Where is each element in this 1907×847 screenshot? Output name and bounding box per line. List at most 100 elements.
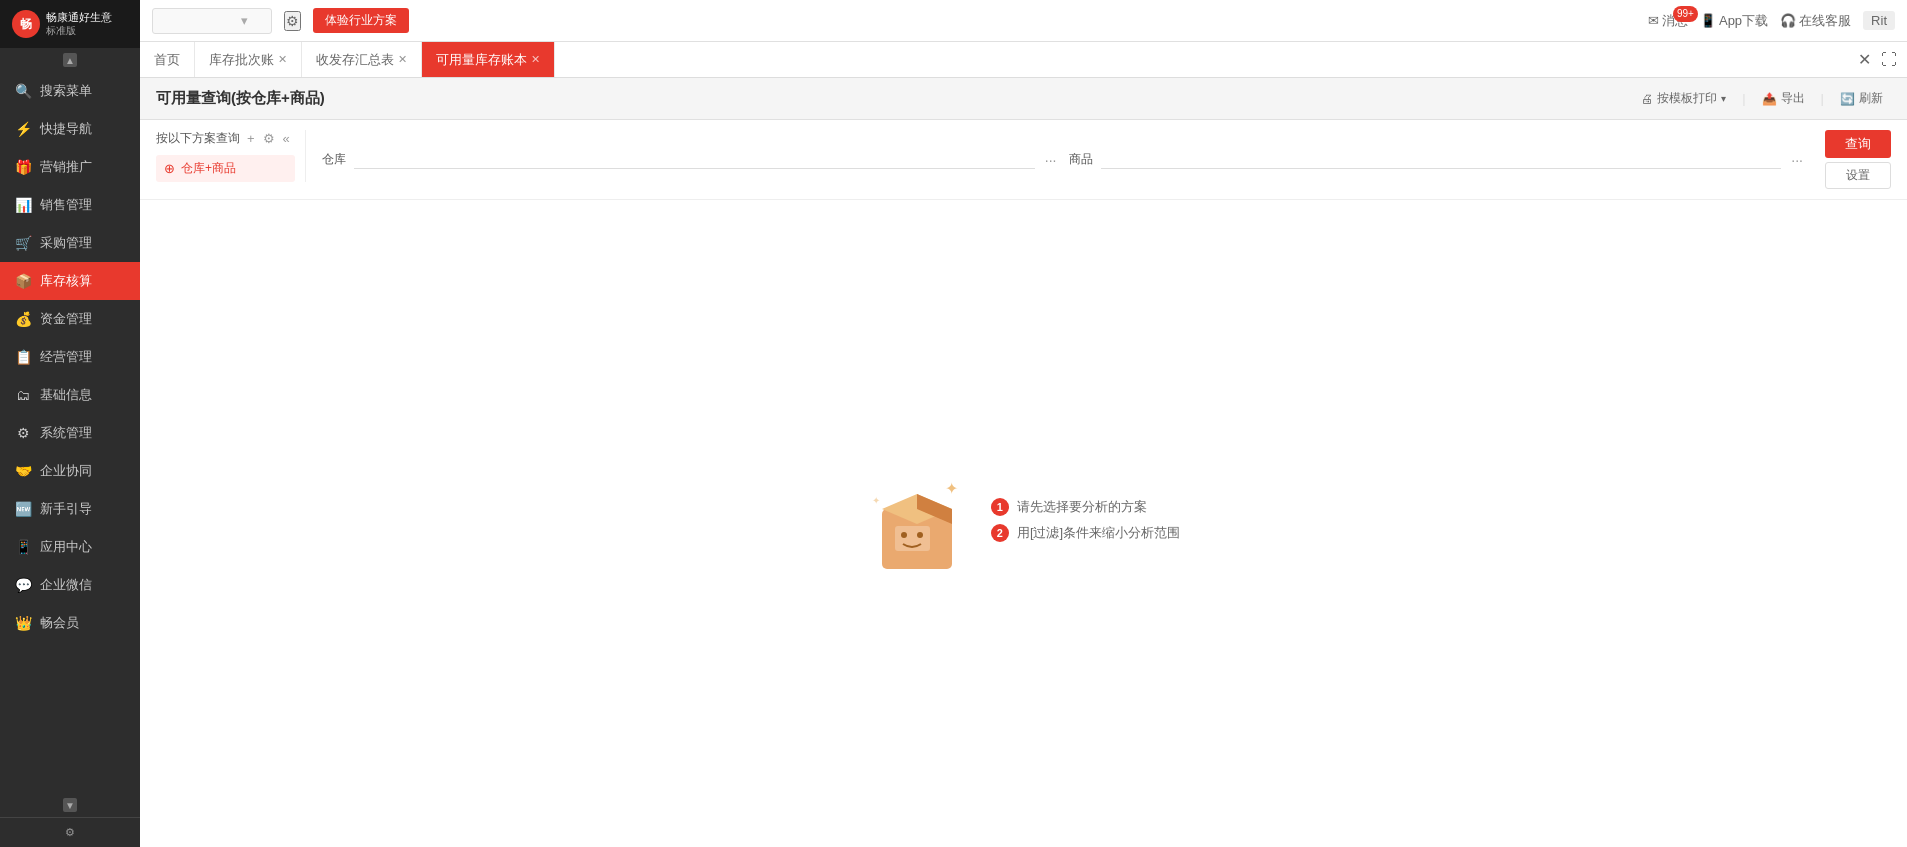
tabbar: 首页 库存批次账 ✕ 收发存汇总表 ✕ 可用量库存账本 ✕ ✕ ⛶ — [140, 42, 1907, 78]
guide-icon: 🆕 — [14, 501, 32, 517]
search-icon: 🔍 — [14, 83, 32, 99]
sidebar-item-system[interactable]: ⚙ 系统管理 — [0, 414, 140, 452]
filter-row-1: 仓库 ··· 商品 ··· 查询 设置 — [322, 130, 1891, 189]
messages-badge: 99+ — [1673, 6, 1698, 22]
topbar-gear-button[interactable]: ⚙ — [284, 11, 301, 31]
industry-solution-button[interactable]: 体验行业方案 — [313, 8, 409, 33]
scheme-item-icon: ⊕ — [164, 161, 175, 176]
marketing-icon: 🎁 — [14, 159, 32, 175]
sales-icon: 📊 — [14, 197, 32, 213]
sidebar-item-sales[interactable]: 📊 销售管理 — [0, 186, 140, 224]
export-button[interactable]: 📤 导出 — [1754, 86, 1813, 111]
brand-tag: 标准版 — [46, 24, 112, 38]
filter-settings-scheme-button[interactable]: ⚙ — [262, 130, 276, 147]
sidebar-item-inventory[interactable]: 📦 库存核算 — [0, 262, 140, 300]
sidebar-item-label: 采购管理 — [40, 234, 92, 252]
tab-batch-ledger-close[interactable]: ✕ — [278, 53, 287, 66]
sidebar-item-basic[interactable]: 🗂 基础信息 — [0, 376, 140, 414]
tab-close-button[interactable]: ✕ — [1856, 48, 1873, 71]
print-by-template-button[interactable]: 🖨 按模板打印 ▾ — [1633, 86, 1734, 111]
tab-home[interactable]: 首页 — [140, 42, 195, 77]
sidebar-item-member[interactable]: 👑 畅会员 — [0, 604, 140, 642]
sidebar-scroll-up[interactable]: ▲ — [63, 53, 77, 67]
sidebar-item-label: 销售管理 — [40, 196, 92, 214]
sidebar-item-label: 经营管理 — [40, 348, 92, 366]
purchase-icon: 🛒 — [14, 235, 32, 251]
empty-illustration: ✦ ✦ — [867, 474, 967, 574]
filter-add-scheme-button[interactable]: + — [246, 130, 256, 147]
sidebar-item-label: 企业协同 — [40, 462, 92, 480]
empty-tip-1: 1 请先选择要分析的方案 — [991, 498, 1180, 516]
headset-icon: 🎧 — [1780, 13, 1796, 28]
tabbar-actions: ✕ ⛶ — [1848, 48, 1907, 71]
sidebar-item-label: 库存核算 — [40, 272, 92, 290]
app-download-button[interactable]: 📱 App下载 — [1700, 12, 1768, 30]
sidebar-item-purchase[interactable]: 🛒 采购管理 — [0, 224, 140, 262]
warehouse-filter-field: 仓库 ··· — [322, 150, 1059, 170]
settings-button[interactable]: 设置 — [1825, 162, 1891, 189]
sidebar-item-label: 企业微信 — [40, 576, 92, 594]
filter-scheme-panel: 按以下方案查询 + ⚙ « ⊕ 仓库+商品 — [156, 130, 306, 182]
sidebar-item-label: 资金管理 — [40, 310, 92, 328]
sidebar-item-guide[interactable]: 🆕 新手引导 — [0, 490, 140, 528]
filter-scheme-label: 按以下方案查询 — [156, 130, 240, 147]
filter-collapse-button[interactable]: « — [282, 130, 291, 147]
topbar-search-box[interactable]: ▾ — [152, 8, 272, 34]
filter-main-panel: 仓库 ··· 商品 ··· 查询 设置 — [306, 130, 1891, 189]
cooperation-icon: 🤝 — [14, 463, 32, 479]
sidebar-item-operation[interactable]: 📋 经营管理 — [0, 338, 140, 376]
sidebar-item-label: 搜索菜单 — [40, 82, 92, 100]
refresh-button[interactable]: 🔄 刷新 — [1832, 86, 1891, 111]
phone-icon: 📱 — [1700, 13, 1716, 28]
sidebar-item-app-center[interactable]: 📱 应用中心 — [0, 528, 140, 566]
operation-icon: 📋 — [14, 349, 32, 365]
svg-text:✦: ✦ — [945, 480, 958, 497]
sidebar: 畅 畅康通好生意 标准版 ▲ 🔍 搜索菜单 ⚡ 快捷导航 🎁 营销推广 📊 销售… — [0, 0, 140, 847]
page-title: 可用量查询(按仓库+商品) — [156, 89, 325, 108]
empty-tips: 1 请先选择要分析的方案 2 用[过滤]条件来缩小分析范围 — [991, 498, 1180, 550]
goods-more-button[interactable]: ··· — [1789, 150, 1805, 170]
topbar-dropdown-icon[interactable]: ▾ — [241, 13, 248, 28]
system-icon: ⚙ — [14, 425, 32, 441]
inventory-icon: 📦 — [14, 273, 32, 289]
sidebar-item-label: 快捷导航 — [40, 120, 92, 138]
warehouse-label: 仓库 — [322, 151, 346, 168]
tab-batch-ledger[interactable]: 库存批次账 ✕ — [195, 42, 302, 77]
filter-scheme-item-warehouse-goods[interactable]: ⊕ 仓库+商品 — [156, 155, 295, 182]
tab-available-ledger-close[interactable]: ✕ — [531, 53, 540, 66]
online-service-button[interactable]: 🎧 在线客服 — [1780, 12, 1851, 30]
tab-stock-summary[interactable]: 收发存汇总表 ✕ — [302, 42, 422, 77]
message-icon: ✉ — [1648, 13, 1659, 28]
tab-stock-summary-close[interactable]: ✕ — [398, 53, 407, 66]
print-dropdown-icon[interactable]: ▾ — [1721, 93, 1726, 104]
sidebar-item-label: 新手引导 — [40, 500, 92, 518]
warehouse-more-button[interactable]: ··· — [1043, 150, 1059, 170]
sidebar-item-marketing[interactable]: 🎁 营销推广 — [0, 148, 140, 186]
sidebar-item-wechat[interactable]: 💬 企业微信 — [0, 566, 140, 604]
messages-button[interactable]: ✉ 消息 99+ — [1648, 12, 1688, 30]
brand-area: 畅 畅康通好生意 标准版 — [0, 0, 140, 48]
sidebar-scroll-down[interactable]: ▼ — [63, 798, 77, 812]
filter-area: 按以下方案查询 + ⚙ « ⊕ 仓库+商品 仓库 ··· — [140, 120, 1907, 200]
sidebar-item-quick-nav[interactable]: ⚡ 快捷导航 — [0, 110, 140, 148]
sidebar-item-search[interactable]: 🔍 搜索菜单 — [0, 72, 140, 110]
goods-input[interactable] — [1101, 150, 1782, 169]
sidebar-item-cooperation[interactable]: 🤝 企业协同 — [0, 452, 140, 490]
basic-icon: 🗂 — [14, 387, 32, 403]
query-button[interactable]: 查询 — [1825, 130, 1891, 158]
tab-available-ledger[interactable]: 可用量库存账本 ✕ — [422, 42, 555, 77]
sidebar-item-finance[interactable]: 💰 资金管理 — [0, 300, 140, 338]
user-menu-button[interactable]: Rit — [1863, 11, 1895, 30]
warehouse-input[interactable] — [354, 150, 1035, 169]
page-header-actions: 🖨 按模板打印 ▾ | 📤 导出 | 🔄 刷新 — [1633, 86, 1891, 111]
wechat-icon: 💬 — [14, 577, 32, 593]
quick-nav-icon: ⚡ — [14, 121, 32, 137]
tab-maximize-button[interactable]: ⛶ — [1879, 49, 1899, 71]
topbar: ▾ ⚙ 体验行业方案 ✉ 消息 99+ 📱 App下载 🎧 在线客服 Rit — [140, 0, 1907, 42]
app-center-icon: 📱 — [14, 539, 32, 555]
sidebar-nav: 🔍 搜索菜单 ⚡ 快捷导航 🎁 营销推广 📊 销售管理 🛒 采购管理 📦 库存核… — [0, 72, 140, 793]
topbar-search-input[interactable] — [161, 14, 241, 28]
svg-text:✦: ✦ — [872, 495, 880, 506]
sidebar-item-label: 应用中心 — [40, 538, 92, 556]
member-icon: 👑 — [14, 615, 32, 631]
